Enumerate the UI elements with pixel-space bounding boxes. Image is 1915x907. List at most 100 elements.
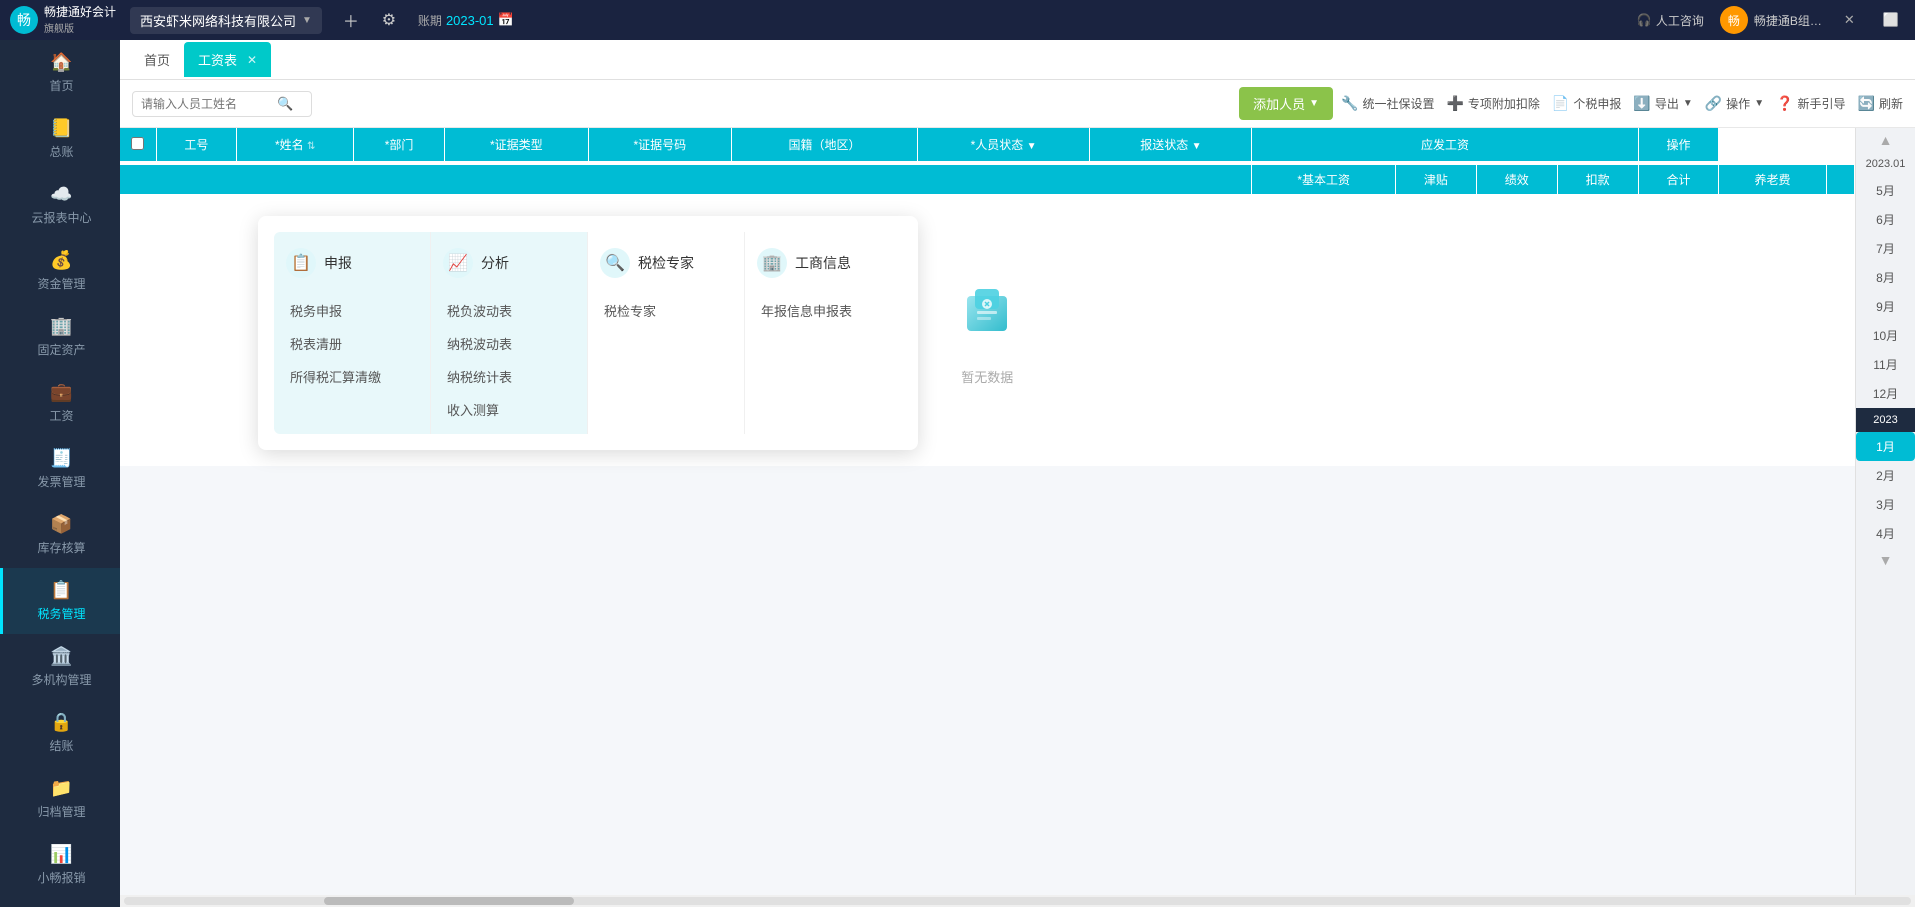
social-security-icon: 🔧 xyxy=(1341,95,1358,112)
sidebar-label-multi-org: 多机构管理 xyxy=(31,671,91,688)
month-2[interactable]: 2月 xyxy=(1856,461,1915,490)
company-selector[interactable]: 西安虾米网络科技有限公司 ▼ xyxy=(130,7,322,34)
menu-item-tax-list[interactable]: 税表清册 xyxy=(286,327,418,360)
scrollbar-thumb[interactable] xyxy=(324,897,574,905)
ledger-icon: 📒 xyxy=(50,118,72,139)
month-1[interactable]: 1月 xyxy=(1856,432,1915,461)
month-7[interactable]: 7月 xyxy=(1856,234,1915,263)
restore-window-button[interactable]: ⬜ xyxy=(1877,12,1905,28)
sidebar-item-fixed-assets[interactable]: 🏢 固定资产 xyxy=(0,304,120,370)
month-10[interactable]: 10月 xyxy=(1856,321,1915,350)
shenbo-icon: 📋 xyxy=(286,248,316,278)
tax-report-icon: 📄 xyxy=(1552,95,1569,112)
month-6[interactable]: 6月 xyxy=(1856,205,1915,234)
sidebar-item-close[interactable]: 🔒 结账 xyxy=(0,700,120,766)
menu-item-income-estimate[interactable]: 收入测算 xyxy=(443,393,575,426)
search-box[interactable]: 🔍 xyxy=(132,91,312,117)
tab-home[interactable]: 首页 xyxy=(130,42,184,77)
month-3[interactable]: 3月 xyxy=(1856,490,1915,519)
app-name: 畅捷通好会计 xyxy=(44,5,116,19)
tab-close-icon[interactable]: ✕ xyxy=(247,53,257,67)
sidebar-item-multi-org[interactable]: 🏛️ 多机构管理 xyxy=(0,634,120,700)
sidebar-label-home: 首页 xyxy=(49,77,73,94)
add-company-button[interactable]: ＋ xyxy=(338,7,364,33)
special-deduction-button[interactable]: ➕ 专项附加扣除 xyxy=(1446,95,1539,112)
col-region-label: 国籍（地区） xyxy=(788,138,860,152)
panel-down-arrow[interactable]: ▼ xyxy=(1875,548,1897,572)
month-8[interactable]: 8月 xyxy=(1856,263,1915,292)
sidebar-item-xiaochang[interactable]: 📊 小畅报销 xyxy=(0,832,120,898)
search-input[interactable] xyxy=(141,97,271,111)
social-security-button[interactable]: 🔧 统一社保设置 xyxy=(1341,95,1434,112)
month-12[interactable]: 12月 xyxy=(1856,379,1915,408)
sort-icon[interactable]: ⇅ xyxy=(307,141,315,152)
operation-button[interactable]: 🔗 操作 ▼ xyxy=(1705,95,1764,112)
refresh-button[interactable]: 🔄 刷新 xyxy=(1858,95,1903,112)
menu-item-tax-expert[interactable]: 税检专家 xyxy=(600,294,732,327)
new-guide-action-button[interactable]: ❓ 新手引导 xyxy=(1776,95,1845,112)
sidebar: 🏠 首页 📒 总账 ☁️ 云报表中心 💰 资金管理 🏢 固定资产 💼 工资 🧾 … xyxy=(0,40,120,907)
col-name-label: *姓名 xyxy=(275,138,307,152)
menu-section-shuijian-header: 🔍 税检专家 xyxy=(600,240,732,286)
table-right-wrapper: 工号 *姓名 ⇅ *部门 *证据类型 xyxy=(120,128,1915,895)
headset-icon: 🎧 xyxy=(1637,13,1652,27)
toolbar: 🔍 添加人员 ▼ 🔧 统一社保设置 ➕ 专项附加扣除 📄 个税申报 xyxy=(120,80,1915,128)
menu-section-fenxi: 📈 分析 税负波动表 纳税波动表 纳税统计表 收入测算 xyxy=(431,232,588,434)
right-panel: ▲ 2023.01 5月 6月 7月 8月 9月 10月 11月 12月 202… xyxy=(1855,128,1915,895)
select-all-checkbox[interactable] xyxy=(120,128,156,162)
fund-icon: 💰 xyxy=(50,250,72,271)
sidebar-item-cloud-report[interactable]: ☁️ 云报表中心 xyxy=(0,172,120,238)
export-icon: ⬇️ xyxy=(1633,95,1650,112)
menu-item-income-tax-clear[interactable]: 所得税汇算清缴 xyxy=(286,360,418,393)
fenxi-icon: 📈 xyxy=(443,248,473,278)
settings-icon[interactable]: ⚙ xyxy=(376,7,402,33)
sidebar-item-payroll[interactable]: 💼 工资 xyxy=(0,370,120,436)
tab-payroll[interactable]: 工资表 ✕ xyxy=(184,42,271,77)
menu-item-tax-payment-fluctuation[interactable]: 纳税波动表 xyxy=(443,327,575,360)
menu-item-tax-stats[interactable]: 纳税统计表 xyxy=(443,360,575,393)
calendar-icon[interactable]: 📅 xyxy=(498,12,514,28)
app-version: 旗舰版 xyxy=(44,20,116,35)
sidebar-item-fund[interactable]: 💰 资金管理 xyxy=(0,238,120,304)
support-button[interactable]: 🎧 人工咨询 xyxy=(1637,12,1704,29)
sidebar-item-home[interactable]: 🏠 首页 xyxy=(0,40,120,106)
month-9[interactable]: 9月 xyxy=(1856,292,1915,321)
menu-item-annual-report[interactable]: 年报信息申报表 xyxy=(757,294,890,327)
menu-section-gongshang-header: 🏢 工商信息 xyxy=(757,240,890,286)
panel-year-label: 2023.01 xyxy=(1862,152,1910,176)
shuijian-icon: 🔍 xyxy=(600,248,630,278)
shenbo-title: 申报 xyxy=(324,253,352,273)
report-icon: 📊 xyxy=(50,844,72,865)
sidebar-item-ledger[interactable]: 📒 总账 xyxy=(0,106,120,172)
filter-report-icon[interactable]: ▼ xyxy=(1192,141,1202,152)
menu-item-tax-fluctuation[interactable]: 税负波动表 xyxy=(443,294,575,327)
add-person-button[interactable]: 添加人员 ▼ xyxy=(1239,87,1333,120)
col-id-label: 工号 xyxy=(184,138,208,152)
col-salary-group: 应发工资 xyxy=(1252,128,1638,162)
sidebar-item-invoice[interactable]: 🧾 发票管理 xyxy=(0,436,120,502)
top-bar: 畅 畅捷通好会计 旗舰版 西安虾米网络科技有限公司 ▼ ＋ ⚙ 账期 2023-… xyxy=(0,0,1915,40)
export-caret-icon: ▼ xyxy=(1683,98,1693,109)
sidebar-item-basic-settings[interactable]: ⚙️ 基础设置 xyxy=(0,898,120,907)
close-window-button[interactable]: ✕ xyxy=(1838,12,1861,28)
month-4[interactable]: 4月 xyxy=(1856,519,1915,548)
export-button[interactable]: ⬇️ 导出 ▼ xyxy=(1633,95,1692,112)
refresh-label: 刷新 xyxy=(1879,95,1903,112)
bottom-scrollbar[interactable] xyxy=(120,895,1915,907)
col-pension: 养老费 xyxy=(1719,164,1826,194)
user-button[interactable]: 畅 畅捷通B组… xyxy=(1720,6,1822,34)
col-id: 工号 xyxy=(156,128,237,162)
tax-report-button[interactable]: 📄 个税申报 xyxy=(1552,95,1621,112)
scrollbar-track[interactable] xyxy=(124,897,1911,905)
sidebar-item-archive[interactable]: 📁 归档管理 xyxy=(0,766,120,832)
sidebar-item-inventory[interactable]: 📦 库存核算 xyxy=(0,502,120,568)
panel-up-arrow[interactable]: ▲ xyxy=(1875,128,1897,152)
checkbox-input[interactable] xyxy=(131,137,144,150)
menu-item-tax-report[interactable]: 税务申报 xyxy=(286,294,418,327)
invoice-icon: 🧾 xyxy=(50,448,72,469)
filter-status-icon[interactable]: ▼ xyxy=(1027,141,1037,152)
month-5[interactable]: 5月 xyxy=(1856,176,1915,205)
month-11[interactable]: 11月 xyxy=(1856,350,1915,379)
user-name: 畅捷通B组… xyxy=(1754,12,1822,29)
sidebar-item-tax[interactable]: 📋 税务管理 xyxy=(0,568,120,634)
